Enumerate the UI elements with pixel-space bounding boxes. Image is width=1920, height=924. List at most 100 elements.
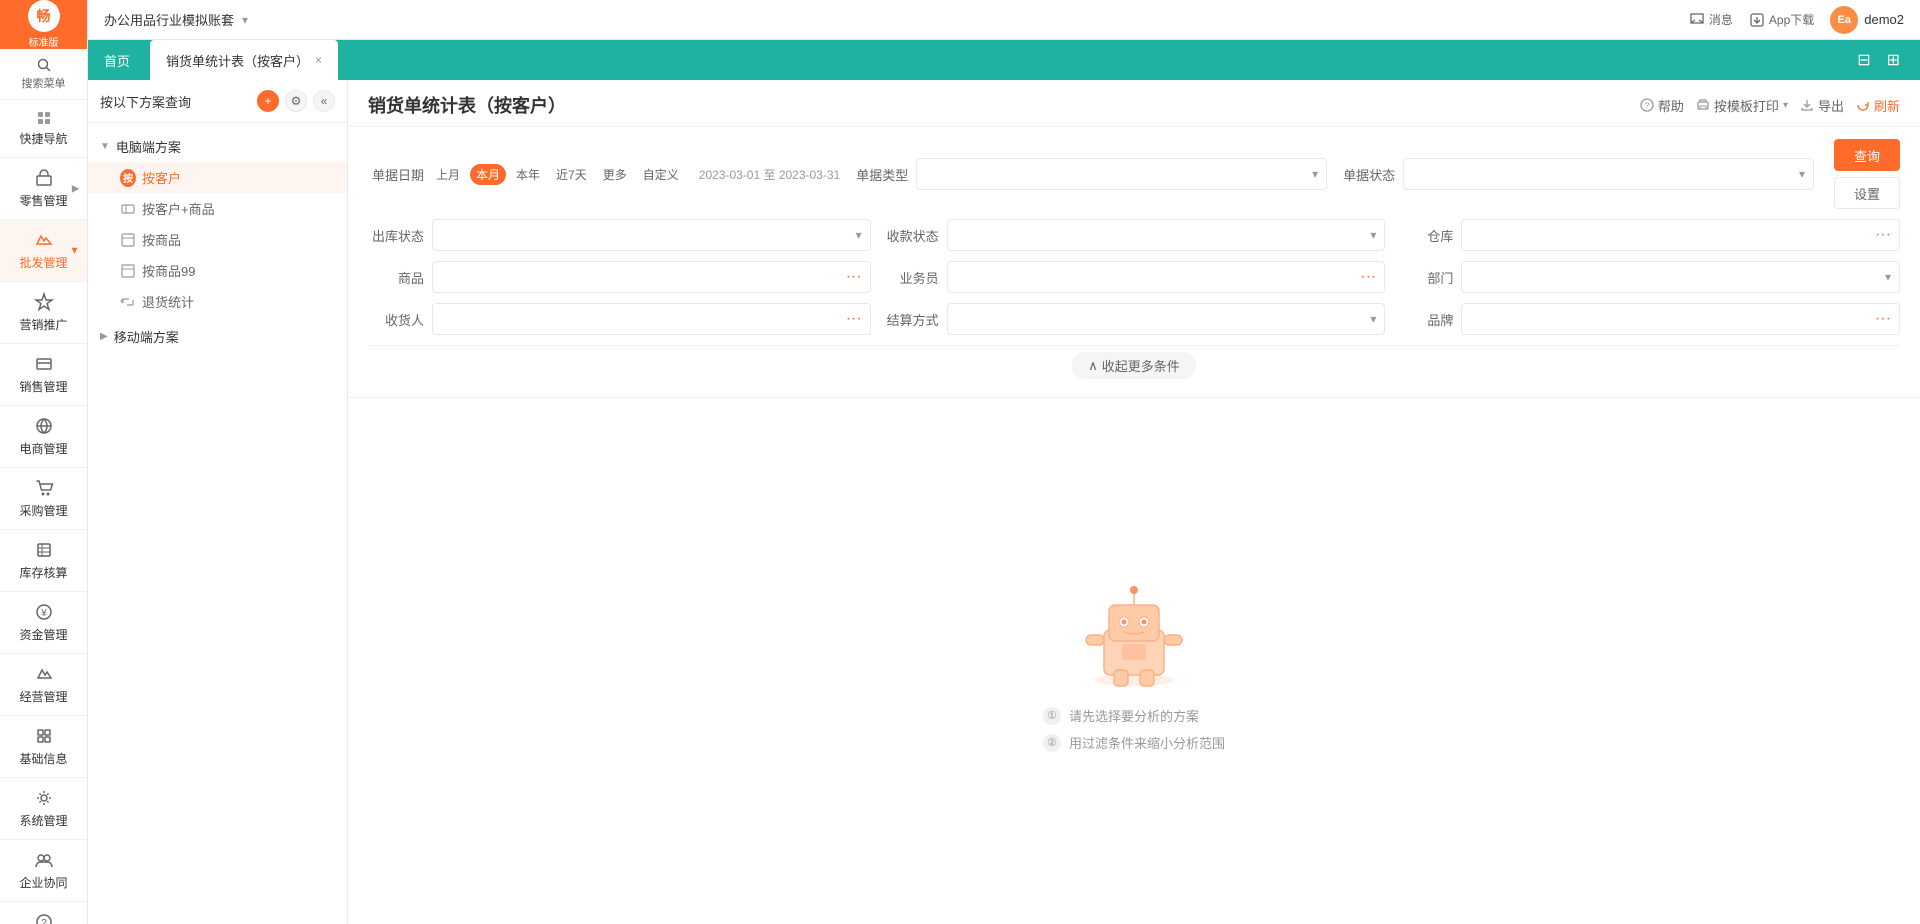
query-btn[interactable]: 查询 [1834,139,1900,171]
search-menu-label: 搜索菜单 [22,75,66,91]
goods-dots[interactable]: ··· [846,268,862,286]
tab-maximize-btn[interactable]: ⊞ [1887,50,1900,70]
empty-tips: ① 请先选择要分析的方案 ② 用过滤条件来缩小分析范围 [1043,706,1225,752]
order-status-control[interactable]: ▾ [1403,158,1814,190]
sidebar-item-wholesale[interactable]: 批发管理 ▼ [0,220,88,282]
sidebar-quick-nav[interactable]: 快捷导航 [0,100,88,158]
edit-scheme-btn[interactable]: ⚙ [285,90,307,112]
warehouse-control[interactable]: ··· [1461,219,1900,251]
filter-row-2: 出库状态 ▾ 收款状态 ▾ 仓库 [368,219,1900,251]
filter-settlement: 结算方式 ▾ [883,303,1386,335]
scheme-item-goods[interactable]: 按商品 [88,224,347,255]
add-scheme-btn[interactable]: + [257,90,279,112]
print-icon [1696,98,1710,112]
warehouse-dots[interactable]: ··· [1875,226,1891,244]
date-tab-last-month[interactable]: 上月 [430,164,466,185]
desktop-group-header[interactable]: ▼ 电脑端方案 [88,131,347,162]
scheme-item-return[interactable]: 退货统计 [88,286,347,317]
consignee-control[interactable]: ··· [432,303,871,335]
collapse-panel-btn[interactable]: « [313,90,335,112]
sidebar-wholesale-label: 批发管理 [19,254,67,271]
quick-nav-label: 快捷导航 [19,130,67,147]
salesperson-dots[interactable]: ··· [1360,268,1376,286]
purchase-icon [34,478,54,498]
print-btn[interactable]: 按模板打印 ▾ [1696,96,1788,115]
sidebar-item-guide[interactable]: ? 新手引导 [0,902,88,924]
goods-control[interactable]: ··· [432,261,871,293]
order-status-chevron: ▾ [1799,167,1805,181]
filter-goods: 商品 ··· [368,261,871,293]
dept-control[interactable]: ▾ [1461,261,1900,293]
collapse-row: ∧ 收起更多条件 [368,345,1900,385]
export-btn[interactable]: 导出 [1800,96,1844,115]
content-area: 按以下方案查询 + ⚙ « ▼ 电脑端方案 按 [88,80,1920,924]
sidebar-item-purchase[interactable]: 采购管理 [0,468,88,530]
app-download-label: App下载 [1769,11,1814,28]
consignee-dots[interactable]: ··· [846,310,862,328]
tab-home[interactable]: 首页 [88,40,146,80]
receipt-status-control[interactable]: ▾ [947,219,1386,251]
filter-row-3: 商品 ··· 业务员 ··· 部门 [368,261,1900,293]
date-tab-custom[interactable]: 自定义 [637,164,685,185]
svg-text:?: ? [41,918,47,924]
tab-minimize-btn[interactable]: ⊟ [1857,50,1870,70]
out-status-control[interactable]: ▾ [432,219,871,251]
filter-order-type: 单据类型 ▾ [852,158,1327,190]
sidebar-item-collab[interactable]: 企业协同 [0,840,88,902]
date-tab-this-year[interactable]: 本年 [510,164,546,185]
message-btn[interactable]: 消息 [1689,11,1733,28]
brand-dots[interactable]: ··· [1875,310,1891,328]
app-download-btn[interactable]: App下载 [1749,11,1814,28]
sidebar-item-basic[interactable]: 基础信息 [0,716,88,778]
scheme-item-customer-goods[interactable]: 按客户+商品 [88,193,347,224]
scheme-item-goods99[interactable]: 按商品99 [88,255,347,286]
basic-icon [34,726,54,746]
setting-btn[interactable]: 设置 [1834,177,1900,209]
sidebar-item-finance[interactable]: ¥ 资金管理 [0,592,88,654]
sidebar-item-system[interactable]: 系统管理 [0,778,88,840]
scheme-item-customer[interactable]: 按 按客户 [88,162,347,193]
salesperson-control[interactable]: ··· [947,261,1386,293]
date-tab-7days[interactable]: 近7天 [550,164,593,185]
print-dropdown-arrow[interactable]: ▾ [1783,100,1788,111]
user-profile-btn[interactable]: Ea demo2 [1830,6,1904,34]
sidebar-item-inventory[interactable]: 库存核算 [0,530,88,592]
left-panel: 按以下方案查询 + ⚙ « ▼ 电脑端方案 按 [88,80,348,924]
order-status-label: 单据状态 [1339,165,1395,184]
filter-out-status: 出库状态 ▾ [368,219,871,251]
date-tab-more[interactable]: 更多 [597,164,633,185]
sidebar-inventory-label: 库存核算 [19,564,67,581]
filter-brand: 品牌 ··· [1397,303,1900,335]
refresh-btn[interactable]: 刷新 [1856,96,1900,115]
sidebar-item-retail[interactable]: 零售管理 ▶ [0,158,88,220]
sidebar-item-sales[interactable]: 销售管理 [0,344,88,406]
app-download-icon [1749,12,1765,28]
settlement-control[interactable]: ▾ [947,303,1386,335]
mobile-group-label: 移动端方案 [114,327,179,346]
sidebar-item-operation[interactable]: 经营管理 [0,654,88,716]
mobile-group-header[interactable]: ▶ 移动端方案 [88,321,347,352]
brand-control[interactable]: ··· [1461,303,1900,335]
search-icon [36,57,52,73]
app-logo[interactable]: 畅 标准版 [0,0,88,49]
search-menu[interactable]: 搜索菜单 [0,49,88,100]
user-name: demo2 [1864,12,1904,27]
date-tab-this-month[interactable]: 本月 [470,164,506,185]
scheme-return-label: 退货统计 [142,292,194,311]
sidebar-system-label: 系统管理 [19,812,67,829]
left-panel-header: 按以下方案查询 + ⚙ « [88,80,347,123]
collapse-btn[interactable]: ∧ 收起更多条件 [1072,352,1196,379]
filter-warehouse: 仓库 ··· [1397,219,1900,251]
mobile-group-arrow: ▶ [100,331,108,342]
return-icon [120,294,136,310]
tab-sales-stat[interactable]: 销货单统计表（按客户） × [150,40,338,80]
svg-text:?: ? [1645,102,1650,111]
sidebar-item-marketing[interactable]: 营销推广 [0,282,88,344]
user-avatar: Ea [1830,6,1858,34]
help-btn[interactable]: ? 帮助 [1640,96,1684,115]
tab-close-btn[interactable]: × [315,53,322,67]
sidebar-item-ecommerce[interactable]: 电商管理 [0,406,88,468]
filter-receipt-status: 收款状态 ▾ [883,219,1386,251]
order-type-control[interactable]: ▾ [916,158,1327,190]
topbar-dropdown-btn[interactable]: ▾ [242,13,248,27]
